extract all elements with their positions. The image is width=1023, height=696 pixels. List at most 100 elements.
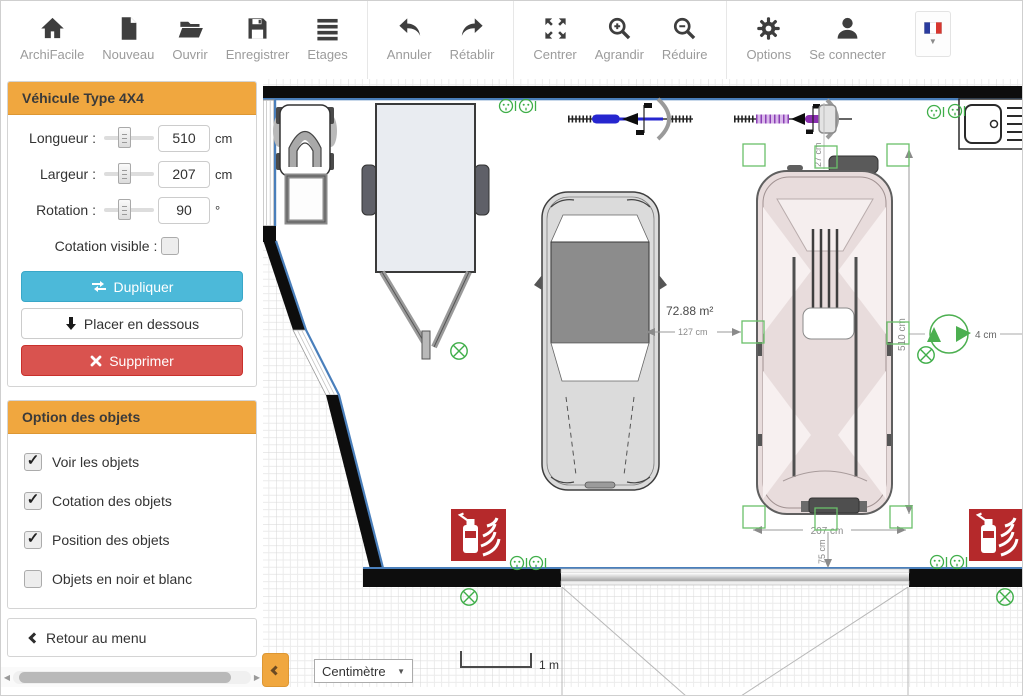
options-panel-title: Option des objets: [8, 401, 256, 434]
option-row: Objets en noir et blanc: [24, 559, 256, 598]
show-objects-checkbox[interactable]: ✓: [24, 452, 42, 471]
vehicle-panel-title: Véhicule Type 4X4: [8, 82, 256, 115]
layers-icon: [317, 18, 338, 41]
open-button[interactable]: Ouvrir: [163, 1, 216, 62]
slider-handle[interactable]: [118, 163, 131, 184]
vehicle-properties-panel: Véhicule Type 4X4 Longueur : cm Largeur …: [7, 81, 257, 387]
width-label: Largeur :: [39, 166, 96, 182]
scroll-left-icon[interactable]: ◀: [1, 673, 13, 682]
place-below-label: Placer en dessous: [83, 315, 200, 332]
options-button[interactable]: Options: [737, 1, 800, 62]
user-icon: [837, 17, 858, 39]
dimension-label-rear-gap: 75 cm: [817, 539, 827, 564]
zoom-out-button[interactable]: Réduire: [653, 1, 717, 62]
width-row: Largeur : cm: [8, 160, 246, 188]
back-to-menu-label: Retour au menu: [46, 629, 147, 646]
redo-icon: [461, 18, 483, 36]
toolbar-group-file: ArchiFacile Nouveau Ouvrir Enregistrer E…: [1, 1, 367, 79]
car-object[interactable]: [534, 191, 667, 491]
rotation-input[interactable]: [158, 196, 210, 224]
length-label: Longueur :: [29, 130, 96, 146]
option-row: ✓ Cotation des objets: [24, 481, 256, 520]
language-dropdown[interactable]: ▼: [914, 11, 951, 57]
zoom-in-button[interactable]: Agrandir: [586, 1, 653, 62]
width-input[interactable]: [158, 160, 210, 188]
dimension-label-side-gap: 4 cm: [975, 330, 997, 341]
arrow-down-icon: [65, 316, 76, 330]
canvas-bottom-margin: [263, 687, 1022, 695]
home-button[interactable]: ArchiFacile: [11, 1, 93, 62]
login-button[interactable]: Se connecter: [800, 1, 895, 62]
fire-extinguisher-sign[interactable]: [449, 507, 508, 563]
garage-door[interactable]: [560, 568, 910, 586]
black-white-checkbox[interactable]: [24, 569, 42, 588]
object-position-checkbox[interactable]: ✓: [24, 530, 42, 549]
width-slider[interactable]: [104, 163, 154, 184]
gear-icon: [757, 17, 781, 40]
home-icon: [40, 17, 64, 39]
toolbar-label: Options: [746, 47, 792, 62]
open-folder-icon: [178, 21, 203, 38]
scrollbar-thumb[interactable]: [19, 671, 231, 683]
floor-plan-canvas[interactable]: 72.88 m² 127 cm 510 cm 4 cm 207 cm 75 cm…: [263, 79, 1023, 696]
toolbar-label: Enregistrer: [225, 47, 290, 62]
object-options-panel: Option des objets ✓ Voir les objets ✓ Co…: [7, 400, 257, 609]
toolbar-label: Etages: [307, 47, 348, 62]
sink-object[interactable]: [958, 98, 1023, 150]
toolbar-label: Agrandir: [594, 47, 644, 62]
chevron-left-icon: [270, 665, 281, 675]
toolbar-group-account: Options Se connecter: [726, 1, 904, 79]
duplicate-button[interactable]: Dupliquer: [21, 271, 243, 302]
unit-select-value: Centimètre: [322, 663, 386, 679]
duplicate-icon: [91, 281, 106, 292]
redo-button[interactable]: Rétablir: [441, 1, 504, 62]
vehicle-4x4-object[interactable]: [756, 155, 893, 515]
dimension-label-front-gap: 127 cm: [678, 327, 708, 337]
rotation-unit: °: [215, 202, 221, 218]
unit-select[interactable]: Centimètre ▼: [314, 659, 413, 683]
rotation-slider[interactable]: [104, 199, 154, 220]
cotation-visible-label: Cotation visible :: [54, 238, 158, 254]
toolbar: ArchiFacile Nouveau Ouvrir Enregistrer E…: [1, 1, 1022, 79]
save-icon: [248, 18, 267, 39]
undo-icon: [399, 18, 420, 36]
toolbar-label: ArchiFacile: [20, 47, 85, 62]
cotation-row: Cotation visible :: [8, 233, 226, 259]
show-objects-label: Voir les objets: [52, 453, 140, 470]
toolbar-group-zoom: Centrer Agrandir Réduire: [513, 1, 726, 79]
length-input[interactable]: [158, 124, 210, 152]
dimension-label-area: 72.88 m²: [666, 304, 713, 318]
center-icon: [544, 18, 566, 39]
object-dimensions-checkbox[interactable]: ✓: [24, 491, 42, 510]
floors-button[interactable]: Etages: [298, 1, 356, 62]
cotation-visible-checkbox[interactable]: [161, 237, 180, 255]
length-row: Longueur : cm: [8, 124, 246, 152]
length-slider[interactable]: [104, 127, 154, 148]
collapse-sidebar-button[interactable]: [262, 653, 289, 687]
slider-handle[interactable]: [118, 199, 131, 220]
new-file-icon: [121, 17, 137, 40]
option-row: ✓ Position des objets: [24, 520, 256, 559]
slider-handle[interactable]: [118, 127, 131, 148]
toolbar-label: Ouvrir: [172, 47, 208, 62]
back-to-menu-button[interactable]: Retour au menu: [7, 618, 257, 657]
sidebar-horizontal-scrollbar[interactable]: ◀ ▶: [1, 667, 263, 687]
object-position-label: Position des objets: [52, 531, 170, 548]
place-below-button[interactable]: Placer en dessous: [21, 308, 243, 339]
width-unit: cm: [215, 166, 233, 182]
save-button[interactable]: Enregistrer: [217, 1, 299, 62]
x-icon: [90, 355, 102, 366]
delete-button[interactable]: Supprimer: [21, 345, 243, 376]
left-window[interactable]: [263, 99, 277, 227]
center-button[interactable]: Centrer: [524, 1, 585, 62]
chevron-left-icon: [28, 631, 40, 644]
scrollbar-track[interactable]: [13, 670, 251, 684]
caret-down-icon: ▼: [928, 37, 937, 46]
zoom-in-icon: [608, 17, 631, 40]
black-white-label: Objets en noir et blanc: [52, 570, 193, 587]
toolbar-label: Centrer: [533, 47, 577, 62]
fire-extinguisher-sign[interactable]: [967, 507, 1023, 563]
toolbar-label: Se connecter: [809, 47, 886, 62]
undo-button[interactable]: Annuler: [378, 1, 441, 62]
new-button[interactable]: Nouveau: [93, 1, 163, 62]
